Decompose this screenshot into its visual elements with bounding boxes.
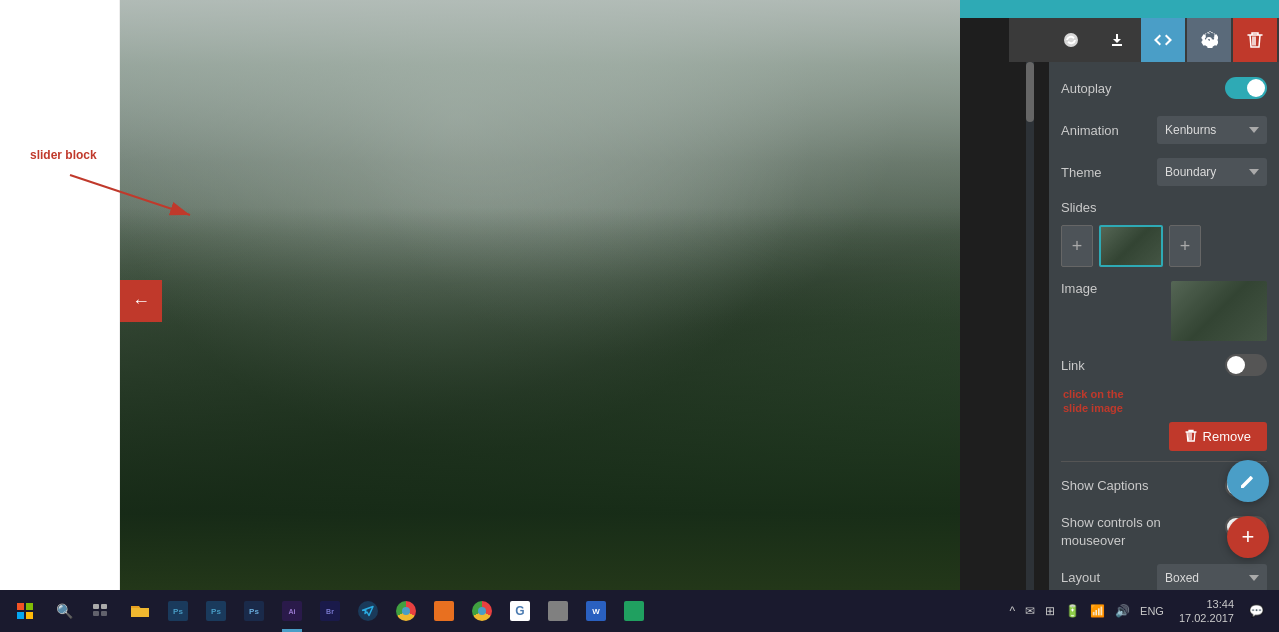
tray-arrow[interactable]: ^: [1006, 602, 1018, 620]
tray-notification[interactable]: 💬: [1246, 602, 1267, 620]
fab-edit-button[interactable]: [1227, 460, 1269, 502]
autoplay-row: Autoplay: [1061, 74, 1267, 102]
taskbar-app-misc2[interactable]: [540, 590, 576, 632]
taskbar-app-misc3[interactable]: [616, 590, 652, 632]
start-button[interactable]: [4, 590, 46, 632]
image-row: Image: [1061, 281, 1267, 341]
taskbar-file-explorer[interactable]: [122, 590, 158, 632]
slide-add-before-button[interactable]: +: [1061, 225, 1093, 267]
taskbar-app-ps[interactable]: Ps: [198, 590, 234, 632]
tray-icon-1[interactable]: ✉: [1022, 602, 1038, 620]
settings-scroll[interactable]: Autoplay Animation KenburnsFadeSlideZoom…: [1049, 62, 1279, 592]
tray-icon-lang[interactable]: ENG: [1137, 603, 1167, 619]
tray-icon-sound[interactable]: 🔊: [1112, 602, 1133, 620]
animation-label: Animation: [1061, 123, 1119, 138]
remove-button[interactable]: Remove: [1169, 422, 1267, 451]
svg-rect-5: [26, 612, 33, 619]
tray-icon-wifi[interactable]: 📶: [1087, 602, 1108, 620]
link-section: Link click on theslide image Remove: [1061, 351, 1267, 451]
fab-add-button[interactable]: +: [1227, 516, 1269, 558]
slides-row: + +: [1061, 225, 1267, 267]
image-label: Image: [1061, 281, 1097, 296]
settings-button[interactable]: [1187, 18, 1231, 62]
show-captions-label: Show Captions: [1061, 478, 1148, 493]
taskbar: 🔍 Ps Ps Ps Ai Br: [0, 590, 1279, 632]
settings-panel: Autoplay Animation KenburnsFadeSlideZoom…: [1049, 62, 1279, 592]
remove-label: Remove: [1203, 429, 1251, 444]
animation-select[interactable]: KenburnsFadeSlideZoom: [1157, 116, 1267, 144]
taskbar-tray: ^ ✉ ⊞ 🔋 📶 🔊 ENG 13:44 17.02.2017 💬: [1006, 597, 1275, 626]
download-button[interactable]: [1095, 18, 1139, 62]
panel-scrollbar[interactable]: [1026, 62, 1034, 592]
svg-rect-4: [17, 612, 24, 619]
tray-icon-2[interactable]: ⊞: [1042, 602, 1058, 620]
white-panel: [0, 0, 120, 590]
theme-select[interactable]: BoundaryDefaultDarkLight: [1157, 158, 1267, 186]
slide-thumbnail[interactable]: [1099, 225, 1163, 267]
show-controls-label: Show controls on mouseover: [1061, 514, 1181, 550]
svg-rect-9: [101, 611, 107, 616]
theme-label: Theme: [1061, 165, 1101, 180]
main-canvas: slider block ←: [0, 0, 960, 590]
taskbar-app-ps-cc[interactable]: Ps: [160, 590, 196, 632]
svg-rect-3: [26, 603, 33, 610]
taskbar-app-chrome2[interactable]: [464, 590, 500, 632]
slide-add-after-button[interactable]: +: [1169, 225, 1201, 267]
taskbar-app-bridge[interactable]: Br: [312, 590, 348, 632]
animation-row: Animation KenburnsFadeSlideZoom: [1061, 116, 1267, 144]
link-row: Link: [1061, 351, 1267, 379]
taskbar-app-g[interactable]: G: [502, 590, 538, 632]
taskbar-pinned-apps: Ps Ps Ps Ai Br: [122, 590, 652, 632]
taskbar-task-view[interactable]: [82, 590, 118, 632]
svg-rect-2: [17, 603, 24, 610]
svg-rect-7: [101, 604, 107, 609]
slide-image: [120, 0, 960, 590]
autoplay-toggle[interactable]: [1225, 77, 1267, 99]
delete-button[interactable]: [1233, 18, 1277, 62]
taskbar-app-misc1[interactable]: [426, 590, 462, 632]
refresh-button[interactable]: [1049, 18, 1093, 62]
taskbar-app-premiere[interactable]: Ai: [274, 590, 310, 632]
autoplay-label: Autoplay: [1061, 81, 1112, 96]
svg-rect-8: [93, 611, 99, 616]
taskbar-clock[interactable]: 13:44 17.02.2017: [1171, 597, 1242, 626]
link-annotation: click on theslide image: [1061, 387, 1267, 416]
image-preview[interactable]: [1171, 281, 1267, 341]
theme-row: Theme BoundaryDefaultDarkLight: [1061, 158, 1267, 186]
slides-label: Slides: [1061, 200, 1267, 215]
right-toolbar: [1009, 18, 1279, 62]
layout-label: Layout: [1061, 570, 1100, 585]
tray-icon-3[interactable]: 🔋: [1062, 602, 1083, 620]
trees-layer: [120, 207, 960, 591]
code-button[interactable]: [1141, 18, 1185, 62]
taskbar-app-chrome[interactable]: [388, 590, 424, 632]
taskbar-app-telegram[interactable]: [350, 590, 386, 632]
prev-button[interactable]: ←: [120, 280, 162, 322]
link-toggle[interactable]: [1225, 354, 1267, 376]
link-label: Link: [1061, 358, 1085, 373]
scrollbar-thumb[interactable]: [1026, 62, 1034, 122]
taskbar-app-word[interactable]: W: [578, 590, 614, 632]
svg-rect-6: [93, 604, 99, 609]
layout-row: Layout BoxedFull WidthCentered: [1061, 564, 1267, 592]
divider-1: [1061, 461, 1267, 462]
taskbar-search[interactable]: 🔍: [46, 590, 82, 632]
taskbar-app-ps2[interactable]: Ps: [236, 590, 272, 632]
layout-select[interactable]: BoxedFull WidthCentered: [1157, 564, 1267, 592]
